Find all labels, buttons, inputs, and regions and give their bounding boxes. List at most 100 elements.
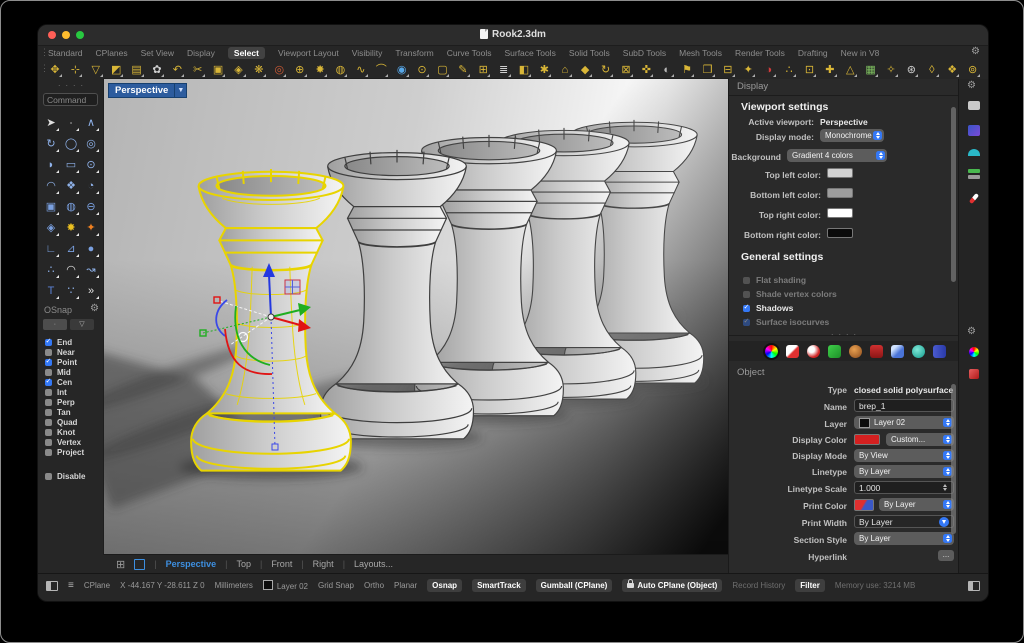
checkbox-icon[interactable] [45,429,52,436]
toolbar-icon[interactable]: ⚑ [680,64,694,77]
checkbox-icon[interactable] [45,449,52,456]
status-grid-snap[interactable]: Grid Snap [318,581,354,590]
decal-icon[interactable] [891,345,904,358]
checkbox-icon[interactable] [45,369,52,376]
toolbar-icon[interactable]: ⌒ [374,64,388,77]
display-color-dropdown[interactable]: Custom... [886,433,954,446]
fillet-tool-icon[interactable]: ◠ [43,179,59,195]
osnap-end[interactable]: End [45,337,84,347]
checkbox-icon[interactable] [45,409,52,416]
toolbar-icon[interactable]: ◎ [272,64,286,77]
osnap-quad[interactable]: Quad [45,417,84,427]
osnap-perp[interactable]: Perp [45,397,84,407]
tab-transform[interactable]: Transform [395,48,433,58]
extrude-tool-icon[interactable]: ∟ [43,242,59,258]
status-record-history[interactable]: Record History [732,581,785,590]
checkbox-icon[interactable] [45,379,52,386]
box-material-icon[interactable] [870,345,883,358]
viewport-tab-right[interactable]: Right [313,559,334,569]
checkbox-icon[interactable] [45,349,52,356]
texture-icon[interactable] [828,345,841,358]
toolbar-icon[interactable]: ✂ [191,64,205,77]
print-width-dropdown[interactable]: By Layer [854,515,954,528]
points-tool-icon[interactable]: ∴ [43,263,59,279]
bottom-right-color-swatch[interactable] [827,228,853,238]
osnap-near[interactable]: Near [45,347,84,357]
polyline-tool-icon[interactable]: ∧ [83,116,99,132]
polygon-tool-icon[interactable]: ⊙ [83,158,99,174]
tab-set-view[interactable]: Set View [141,48,174,58]
osnap-tab-filter[interactable]: ▽ [70,319,94,330]
viewport-maximize-icon[interactable] [134,559,145,570]
rectangle-tool-icon[interactable]: ▭ [63,158,79,174]
tab-surface-tools[interactable]: Surface Tools [504,48,555,58]
toolbar-icon[interactable]: ▽ [89,64,103,77]
layer-dropdown[interactable]: Layer 02 [854,416,954,429]
toolbar-icon[interactable]: ▤ [130,64,144,77]
display-mode-dropdown[interactable]: Monochrome [820,129,884,142]
point-tool-icon[interactable]: ∙ [63,116,79,132]
toolbar-icon[interactable]: ❒ [701,64,715,77]
properties-gear-icon[interactable]: ⚙ [967,327,979,337]
status-smarttrack[interactable]: SmartTrack [472,579,526,592]
tab-new-in-v8[interactable]: New in V8 [841,48,880,58]
checkbox-icon[interactable] [45,399,52,406]
status-auto-cplane[interactable]: Auto CPlane (Object) [622,579,722,592]
list-icon[interactable]: ≡ [68,582,74,590]
tab-mesh-tools[interactable]: Mesh Tools [679,48,722,58]
perspective-viewport[interactable]: Perspective ▼ [104,79,728,554]
toolbar-icon[interactable]: ◆ [578,64,592,77]
cylinder-icon[interactable] [933,345,946,358]
toolbar-icon[interactable]: ⊙ [415,64,429,77]
toolbar-icon[interactable]: ∴ [782,64,796,77]
display-panel-tab-icon[interactable] [968,101,980,110]
pbr-sphere-icon[interactable] [849,345,862,358]
viewport-grid-icon[interactable]: ⊞ [116,558,125,571]
viewport-title[interactable]: Perspective [108,83,175,98]
panel-splitter-handle[interactable]: · · · · [729,329,959,339]
blend-tool-icon[interactable]: ● [83,242,99,258]
toolbar-icon[interactable]: ✎ [456,64,470,77]
top-right-color-swatch[interactable] [827,208,853,218]
panel-gear-icon[interactable]: ⚙ [967,81,979,91]
surface-isocurves-checkbox[interactable]: Surface isocurves [743,317,829,327]
ground-plane-tab-icon[interactable] [968,149,980,156]
notes-pen-tab-icon[interactable] [969,193,979,204]
torus-tool-icon[interactable]: ⊖ [83,200,99,216]
tab-viewport-layout[interactable]: Viewport Layout [278,48,339,58]
toolbar-icon[interactable]: ▦ [864,64,878,77]
status-osnap[interactable]: Osnap [427,579,462,592]
display-color-swatch[interactable] [854,434,880,445]
toolbar-icon[interactable]: ◊ [925,64,939,77]
osnap-disable[interactable]: Disable [45,471,85,481]
material-sphere-icon[interactable] [807,345,820,358]
shade-vertex-colors-checkbox[interactable]: Shade vertex colors [743,289,837,299]
osnap-project[interactable]: Project [45,447,84,457]
osnap-point[interactable]: Point [45,357,84,367]
osnap-cen[interactable]: Cen [45,377,84,387]
toolbar-icon[interactable]: ◈ [232,64,246,77]
status-layer[interactable]: Layer 02 [263,580,308,591]
osnap-mid[interactable]: Mid [45,367,84,377]
toolbar-icon[interactable]: ⊡ [802,64,816,77]
section-style-dropdown[interactable]: By Layer [854,532,954,545]
toolbar-icon[interactable]: ✚ [823,64,837,77]
toolbar-icon[interactable]: ❖ [945,64,959,77]
checkbox-icon[interactable] [45,389,52,396]
status-ortho[interactable]: Ortho [364,581,384,590]
hyperlink-browse-button[interactable]: ... [938,550,954,561]
brush-icon[interactable] [786,345,799,358]
tab-solid-tools[interactable]: Solid Tools [569,48,610,58]
toolbar-gear-icon[interactable]: ⚙ [971,47,980,57]
tab-select[interactable]: Select [228,47,265,59]
toolbar-icon[interactable]: ◩ [109,64,123,77]
status-cplane[interactable]: CPlane [84,581,110,590]
rebuild-tool-icon[interactable]: ◠ [63,263,79,279]
viewport-tab-front[interactable]: Front [271,559,292,569]
toolbar-icon[interactable]: ⊚ [966,64,980,77]
viewport-canvas[interactable] [104,79,728,554]
gumball-scale-x-handle[interactable] [214,297,220,303]
explode-tool-icon[interactable]: ✸ [63,221,79,237]
display-mode-object-dropdown[interactable]: By View [854,449,954,462]
bottom-left-color-swatch[interactable] [827,188,853,198]
